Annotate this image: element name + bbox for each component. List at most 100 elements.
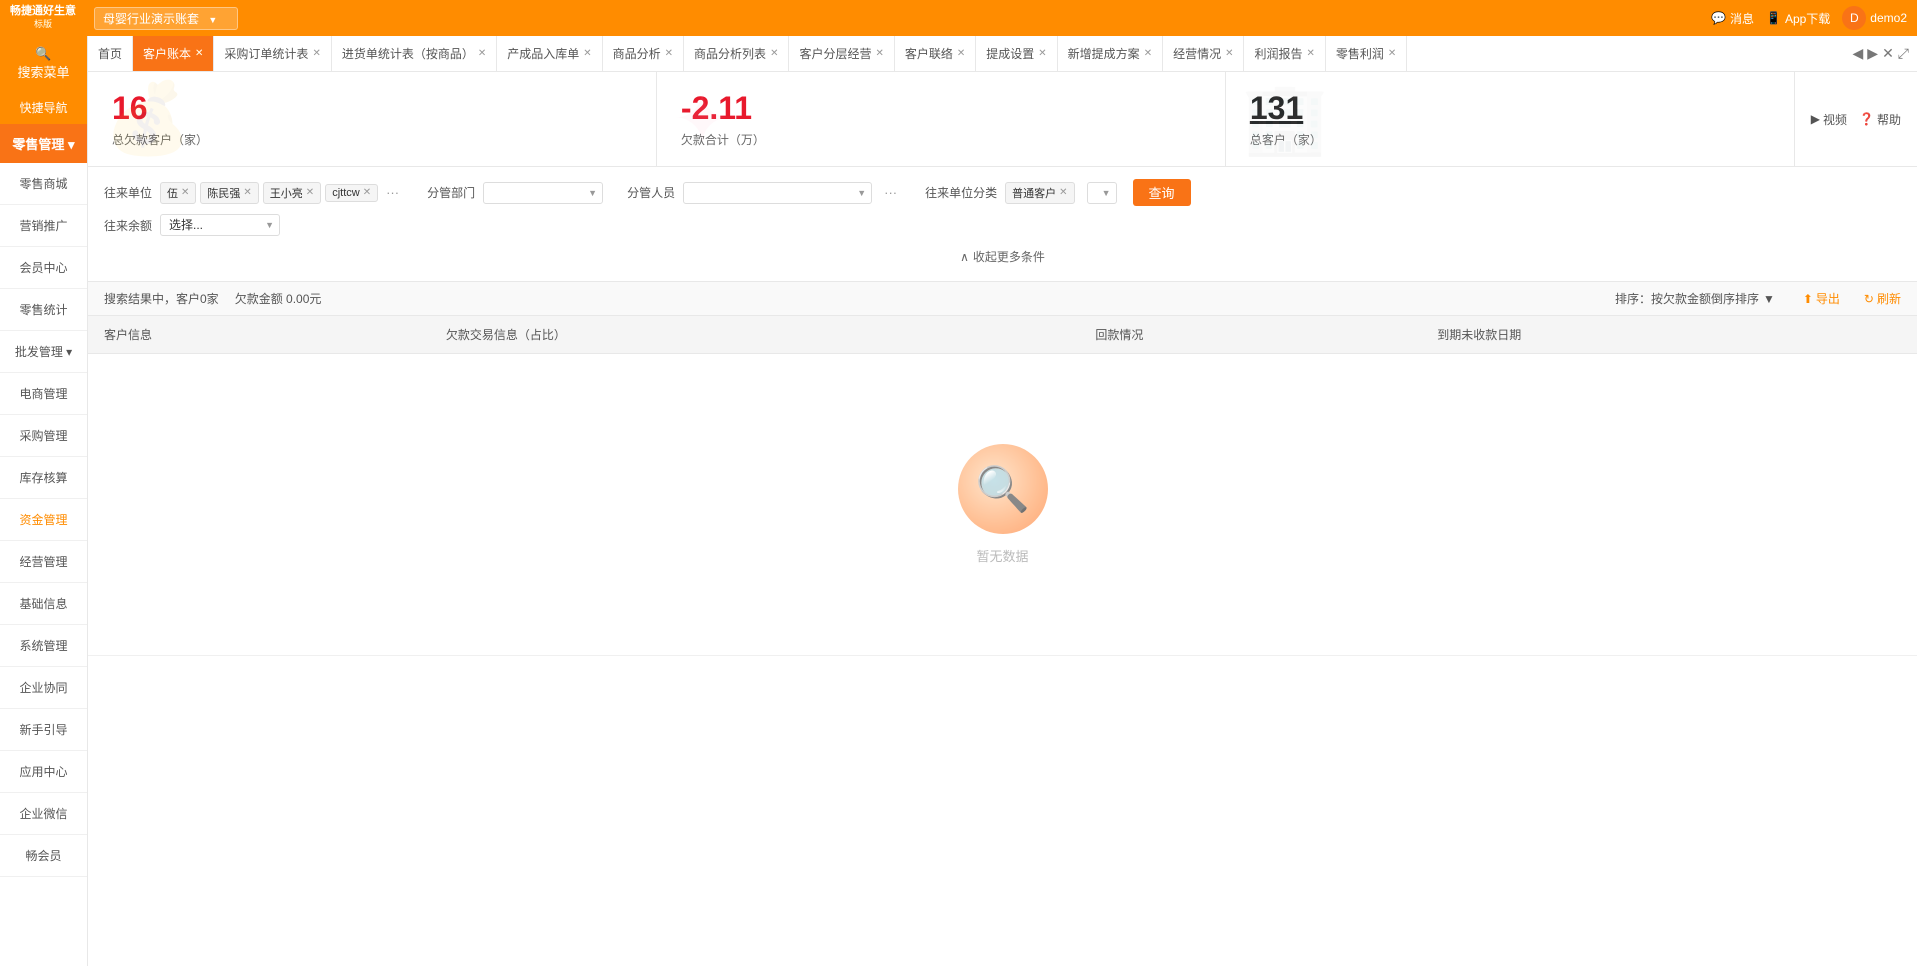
tab-customer-ledger[interactable]: 客户账本 ✕ — [133, 36, 214, 72]
app-wrapper: 畅捷通好生意 标版 母婴行业演示账套 ▼ 💬 消息 📱 App下载 D demo… — [0, 0, 1917, 966]
sidebar-search[interactable]: 🔍 搜索菜单 — [0, 36, 87, 91]
category-tags: 普通客户 ✕ — [1005, 182, 1074, 204]
remove-tag-cjttcw[interactable]: ✕ — [363, 187, 371, 198]
account-dropdown[interactable]: 母婴行业演示账套 ▼ — [94, 7, 238, 30]
collapse-button[interactable]: ∧ 收起更多条件 — [104, 244, 1901, 269]
sidebar-item-ecommerce[interactable]: 电商管理 — [0, 373, 87, 415]
sidebar-item-marketing[interactable]: 营销推广 — [0, 205, 87, 247]
dropdown-chevron-icon: ▼ — [208, 15, 217, 25]
tab-close-icon[interactable]: ✕ — [665, 48, 673, 59]
stat-actions: ▶ 视频 ❓ 帮助 — [1795, 72, 1917, 166]
tab-close-icon[interactable]: ✕ — [478, 48, 486, 59]
avatar: D — [1842, 6, 1866, 30]
sidebar-item-app-center[interactable]: 应用中心 — [0, 751, 87, 793]
user-menu[interactable]: D demo2 — [1842, 6, 1907, 30]
tab-close-icon[interactable]: ✕ — [1388, 48, 1396, 59]
sidebar-item-enterprise-wechat[interactable]: 企业微信 — [0, 793, 87, 835]
stat-bg-icon: 💰 — [104, 78, 191, 160]
filter-tag-wang[interactable]: 王小亮 ✕ — [263, 182, 321, 204]
tab-next-icon[interactable]: ▶ — [1867, 45, 1878, 62]
sidebar-item-retail-mall[interactable]: 零售商城 — [0, 163, 87, 205]
sidebar-item-inventory[interactable]: 库存核算 — [0, 457, 87, 499]
filter-tags: 伍 ✕ 陈民强 ✕ 王小亮 ✕ — [160, 182, 403, 204]
sidebar-item-purchase[interactable]: 采购管理 — [0, 415, 87, 457]
remove-category-tag[interactable]: ✕ — [1059, 187, 1067, 198]
sort-button[interactable]: 排序：按欠款金额倒序排序 ▼ — [1615, 290, 1775, 307]
remove-tag-chen[interactable]: ✕ — [243, 187, 251, 198]
sidebar-item-new-guide[interactable]: 新手引导 — [0, 709, 87, 751]
tab-profit-report[interactable]: 利润报告 ✕ — [1244, 36, 1325, 72]
more-tags-button[interactable]: ··· — [382, 185, 403, 200]
app-download-button[interactable]: 📱 App下载 — [1766, 10, 1830, 27]
quick-nav[interactable]: 快捷导航 — [0, 91, 87, 124]
tab-close-icon[interactable]: ✕ — [875, 48, 883, 59]
filter-tag-chen[interactable]: 陈民强 ✕ — [200, 182, 258, 204]
tab-inbound-stats[interactable]: 进货单统计表（按商品） ✕ — [332, 36, 497, 72]
balance-select[interactable]: 选择... — [160, 214, 280, 236]
sidebar-item-retail-stats[interactable]: 零售统计 — [0, 289, 87, 331]
stats-bar: 💰 16 总欠款客户（家） ✦ -2.11 欠款合计（万） 🏢 131 — [88, 72, 1917, 167]
department-select[interactable] — [483, 182, 603, 204]
tab-expand-icon[interactable]: ⤢ — [1898, 45, 1909, 62]
tab-purchase-stats[interactable]: 采购订单统计表 ✕ — [214, 36, 331, 72]
tab-home[interactable]: 首页 — [88, 36, 133, 72]
message-button[interactable]: 💬 消息 — [1711, 10, 1754, 27]
tab-commission-settings[interactable]: 提成设置 ✕ — [976, 36, 1057, 72]
sidebar-item-enterprise-collab[interactable]: 企业协同 — [0, 667, 87, 709]
top-bar: 畅捷通好生意 标版 母婴行业演示账套 ▼ 💬 消息 📱 App下载 D demo… — [0, 0, 1917, 36]
help-icon: ❓ — [1859, 112, 1874, 126]
stat-label-overdue-amount: 欠款合计（万） — [681, 131, 1201, 148]
category-select[interactable] — [1087, 182, 1117, 204]
tab-close-icon[interactable]: ✕ — [1038, 48, 1046, 59]
filter-area: 往来单位 伍 ✕ 陈民强 ✕ — [88, 167, 1917, 282]
tab-retail-profit[interactable]: 零售利润 ✕ — [1326, 36, 1407, 72]
sort-icon: ▼ — [1763, 292, 1775, 306]
help-button[interactable]: ❓ 帮助 — [1859, 111, 1901, 128]
tab-prev-icon[interactable]: ◀ — [1853, 45, 1864, 62]
tab-close-icon[interactable]: ✕ — [770, 48, 778, 59]
col-customer-info: 客户信息 — [88, 316, 430, 354]
sidebar-item-basic-info[interactable]: 基础信息 — [0, 583, 87, 625]
tab-operations[interactable]: 经营情况 ✕ — [1163, 36, 1244, 72]
sidebar-item-members[interactable]: 会员中心 — [0, 247, 87, 289]
sidebar-item-wholesale[interactable]: 批发管理 ▾ — [0, 331, 87, 373]
stat-overdue-amount: ✦ -2.11 欠款合计（万） — [657, 72, 1226, 166]
tab-add-commission[interactable]: 新增提成方案 ✕ — [1058, 36, 1163, 72]
query-button[interactable]: 查询 — [1133, 179, 1191, 206]
refresh-button[interactable]: ↻ 刷新 — [1864, 290, 1901, 307]
export-icon: ⬆ — [1803, 292, 1813, 306]
tab-close-icon[interactable]: ✕ — [312, 48, 320, 59]
video-button[interactable]: ▶ 视频 — [1811, 111, 1847, 128]
tab-close-icon[interactable]: ✕ — [1307, 48, 1315, 59]
tab-product-analysis[interactable]: 商品分析 ✕ — [603, 36, 684, 72]
stat-overdue-customers: 💰 16 总欠款客户（家） — [88, 72, 657, 166]
remove-tag-wu[interactable]: ✕ — [181, 187, 189, 198]
play-icon: ▶ — [1811, 112, 1820, 126]
tab-customer-contact[interactable]: 客户联络 ✕ — [895, 36, 976, 72]
tab-close-icon[interactable]: ✕ — [1225, 48, 1233, 59]
person-more-button[interactable]: ··· — [880, 185, 901, 200]
sidebar-item-system[interactable]: 系统管理 — [0, 625, 87, 667]
tab-product-inbound[interactable]: 产成品入库单 ✕ — [497, 36, 602, 72]
tab-close-icon[interactable]: ✕ — [195, 48, 203, 59]
sidebar-item-finance[interactable]: 资金管理 — [0, 499, 87, 541]
sidebar-item-chang-member[interactable]: 畅会员 — [0, 835, 87, 877]
remove-tag-wang[interactable]: ✕ — [306, 187, 314, 198]
tab-close-icon[interactable]: ✕ — [957, 48, 965, 59]
tab-close-all-icon[interactable]: ✕ — [1882, 45, 1894, 62]
filter-tag-category[interactable]: 普通客户 ✕ — [1005, 182, 1074, 204]
sidebar-item-retail-management[interactable]: 零售管理 ▾ — [0, 124, 87, 163]
search-empty-icon: 🔍 — [975, 463, 1030, 515]
filter-tag-wu[interactable]: 伍 ✕ — [160, 182, 196, 204]
tab-close-icon[interactable]: ✕ — [583, 48, 591, 59]
tab-close-icon[interactable]: ✕ — [1144, 48, 1152, 59]
sidebar-item-operations[interactable]: 经营管理 — [0, 541, 87, 583]
stat-bg-icon2: ✦ — [673, 78, 732, 160]
tab-product-analysis-list[interactable]: 商品分析列表 ✕ — [684, 36, 789, 72]
tab-customer-tier[interactable]: 客户分层经营 ✕ — [789, 36, 894, 72]
filter-tag-cjttcw[interactable]: cjttcw ✕ — [325, 184, 378, 202]
export-button[interactable]: ⬆ 导出 — [1803, 290, 1840, 307]
chevron-icon: ▾ — [68, 137, 75, 152]
message-icon: 💬 — [1711, 11, 1726, 25]
person-input[interactable] — [683, 182, 872, 204]
